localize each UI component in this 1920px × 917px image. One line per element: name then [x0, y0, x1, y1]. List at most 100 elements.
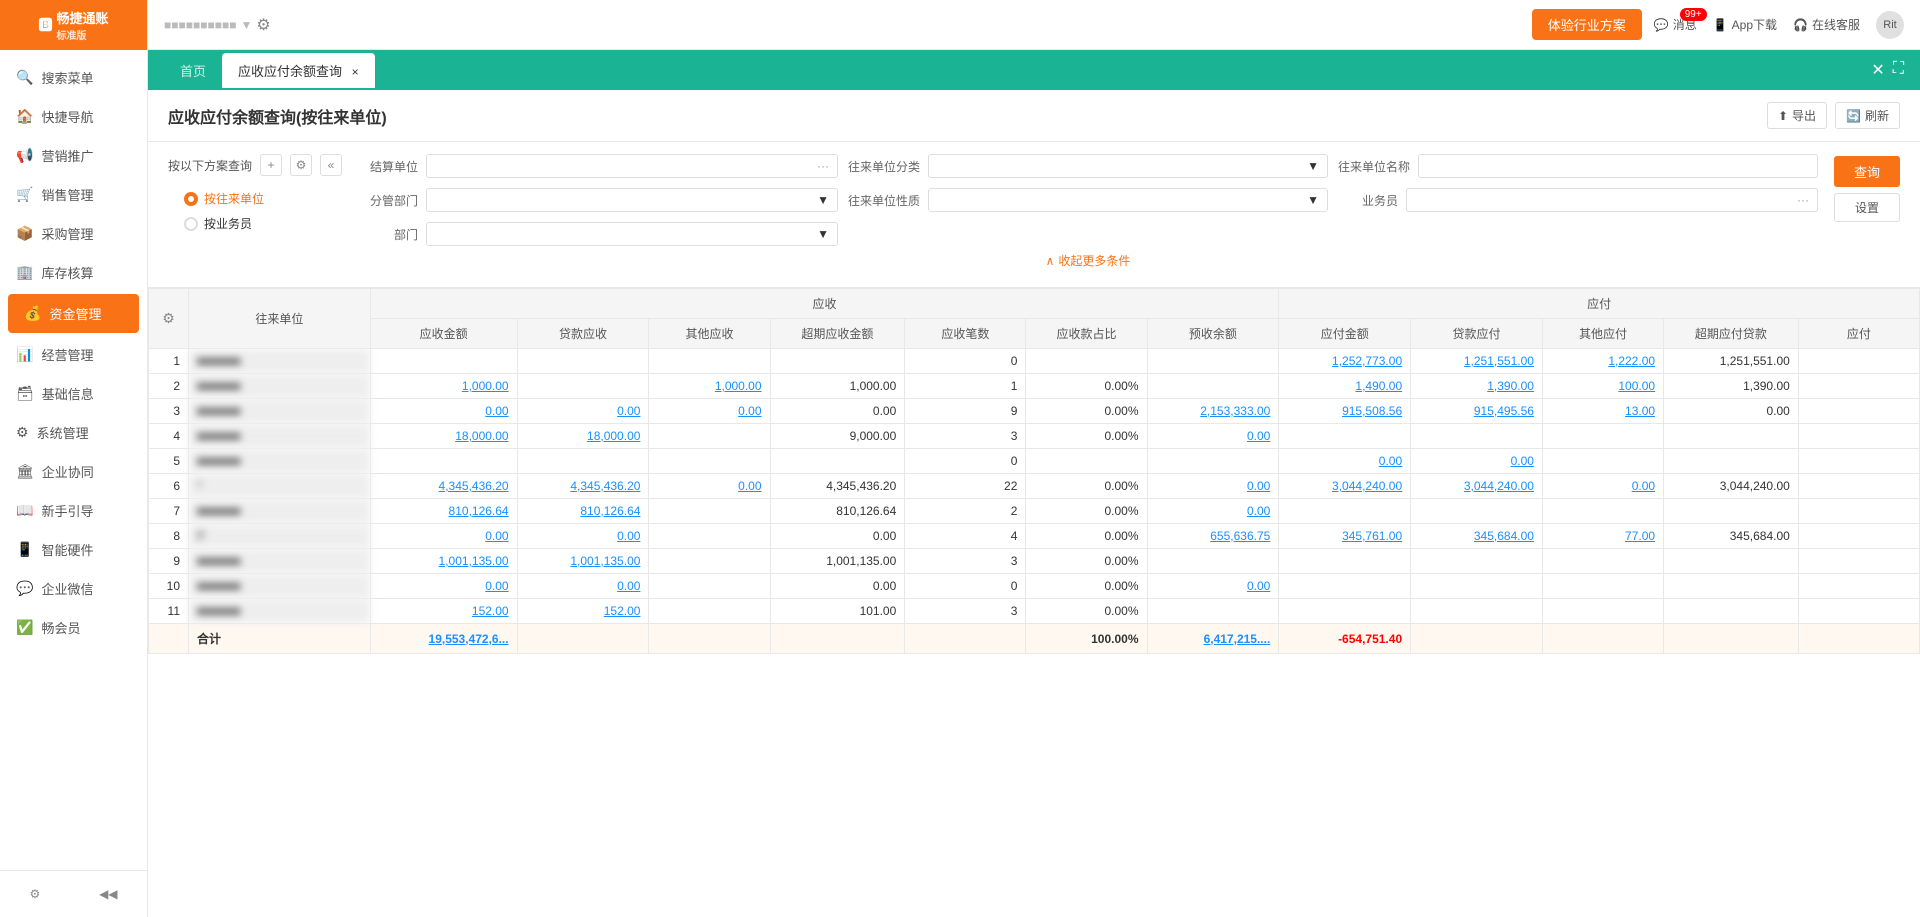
user-avatar[interactable]: Rit: [1876, 11, 1904, 39]
tab-home[interactable]: 首页: [164, 53, 222, 88]
notification-badge: 99+: [1680, 8, 1707, 21]
notification-item[interactable]: 💬 消息 99+: [1654, 16, 1697, 33]
footer-label: 合计: [189, 624, 371, 654]
th-receivable-amount: 应收金额: [370, 319, 517, 349]
sidebar-item-basic[interactable]: 🗃基础信息: [0, 374, 147, 413]
sidebar-item-marketing[interactable]: 📢营销推广: [0, 136, 147, 175]
sidebar-item-member[interactable]: ✅畅会员: [0, 608, 147, 647]
breadcrumb-dropdown[interactable]: ▼: [240, 18, 252, 32]
department-input[interactable]: ▼: [426, 222, 838, 246]
sidebar-item-quick[interactable]: 🏠快捷导航: [0, 97, 147, 136]
filter-scheme-label: 按以下方案查询 + ⚙ «: [168, 154, 342, 176]
sidebar-item-inventory[interactable]: 🏢库存核算: [0, 253, 147, 292]
filter-scheme-panel: 按以下方案查询 + ⚙ « 按往来单位 按业务员: [168, 154, 342, 236]
hardware-icon: 📱: [16, 541, 33, 558]
data-table: ⚙ 往来单位 应收 应付 应收金额 贷款应收 其他应收 超期应收金额 应收笔数 …: [148, 288, 1920, 654]
table-row: 7■■■■■■810,126.64810,126.64810,126.6420.…: [149, 499, 1920, 524]
filter-option-by-partner[interactable]: 按往来单位: [176, 186, 342, 211]
settlement-input[interactable]: ···: [426, 154, 838, 178]
logo-sub: 标准版: [56, 27, 108, 42]
page-title: 应收应付余额查询(按往来单位): [168, 104, 387, 140]
branch-input[interactable]: ▼: [426, 188, 838, 212]
filter-option-by-staff[interactable]: 按业务员: [176, 211, 342, 236]
sidebar-item-hardware[interactable]: 📱智能硬件: [0, 530, 147, 569]
tab-close-btn[interactable]: ×: [352, 65, 359, 79]
app-download-item[interactable]: 📱 App下载: [1713, 16, 1777, 33]
table-row: 8P0.000.000.0040.00%655,636.75345,761.00…: [149, 524, 1920, 549]
filter-options: 按往来单位 按业务员: [176, 186, 342, 236]
wechat-icon: 💬: [16, 580, 33, 597]
app-download-label: App下载: [1732, 16, 1777, 33]
filter-field-department: 部门 ▼: [358, 222, 838, 246]
sidebar-item-search[interactable]: 🔍搜索菜单: [0, 58, 147, 97]
footer-receivable-ratio: 100.00%: [1026, 624, 1147, 654]
table-row: 5■■■■■■00.000.00: [149, 449, 1920, 474]
query-button[interactable]: 查询: [1834, 156, 1900, 187]
sales-icon: 🛒: [16, 186, 33, 203]
system-icon: ⚙: [16, 424, 29, 441]
partner-category-label: 往来单位分类: [848, 158, 920, 175]
sidebar-item-purchase[interactable]: 📦采购管理: [0, 214, 147, 253]
sidebar-item-guide[interactable]: 📖新手引导: [0, 491, 147, 530]
table-row: 3■■■■■■0.000.000.000.0090.00%2,153,333.0…: [149, 399, 1920, 424]
member-icon: ✅: [16, 619, 33, 636]
th-settings[interactable]: ⚙: [149, 289, 189, 349]
sidebar-item-sales[interactable]: 🛒销售管理: [0, 175, 147, 214]
scheme-add-btn[interactable]: +: [260, 154, 282, 176]
page-content: 应收应付余额查询(按往来单位) ⬆ 导出 🔄 刷新 按以下方案查询: [148, 90, 1920, 917]
scheme-settings-btn[interactable]: ⚙: [290, 154, 312, 176]
table-row: 10■■■■■■0.000.000.0000.00%0.00: [149, 574, 1920, 599]
partner-category-input[interactable]: ▼: [928, 154, 1328, 178]
tabs-bar: 首页 应收应付余额查询 × ✕ ⛶: [148, 50, 1920, 90]
promo-button[interactable]: 体验行业方案: [1532, 9, 1642, 40]
footer-advance-balance[interactable]: 6,417,215....: [1147, 624, 1279, 654]
main-content: 首页 应收应付余额查询 × ✕ ⛶ 应收应付余额查询(按往来单位) ⬆ 导出 🔄…: [148, 0, 1920, 917]
sidebar-item-system[interactable]: ⚙系统管理: [0, 413, 147, 452]
table-row: 1■■■■■■01,252,773.001,251,551.001,222.00…: [149, 349, 1920, 374]
search-icon: 🔍: [16, 69, 33, 86]
table-footer: 合计 19,553,472,6... 100.00% 6,417,215....…: [149, 624, 1920, 654]
tab-receivable[interactable]: 应收应付余额查询 ×: [222, 53, 375, 88]
scheme-collapse-btn[interactable]: «: [320, 154, 342, 176]
footer-receivable-amount[interactable]: 19,553,472,6...: [370, 624, 517, 654]
settlement-label: 结算单位: [358, 158, 418, 175]
partner-name-label: 往来单位名称: [1338, 158, 1410, 175]
th-payable-group: 应付: [1279, 289, 1920, 319]
setting-button[interactable]: 设置: [1834, 193, 1900, 222]
partner-nature-input[interactable]: ▼: [928, 188, 1328, 212]
sidebar-logo: 🅱 畅捷通账 标准版: [0, 0, 147, 50]
tab-expand-btn[interactable]: ⛶: [1893, 60, 1904, 80]
filter-fields-panel: 结算单位 ··· 往来单位分类 ▼: [358, 154, 1818, 275]
partner-name: ■■■■■■: [189, 549, 371, 574]
refresh-button[interactable]: 🔄 刷新: [1835, 102, 1900, 129]
export-button[interactable]: ⬆ 导出: [1767, 102, 1827, 129]
sidebar-collapse-btn[interactable]: ◀◀: [91, 879, 125, 909]
refresh-icon: 🔄: [1846, 109, 1861, 123]
online-service-item[interactable]: 🎧 在线客服: [1793, 16, 1860, 33]
sidebar-item-finance[interactable]: 💰资金管理: [8, 294, 139, 333]
salesperson-input[interactable]: ···: [1406, 188, 1818, 212]
radio-by-partner: [184, 192, 198, 206]
radio-by-staff: [184, 217, 198, 231]
sidebar: 🅱 畅捷通账 标准版 🔍搜索菜单 🏠快捷导航 📢营销推广 🛒销售管理 📦采购管理…: [0, 0, 148, 917]
table-row: 4■■■■■■18,000.0018,000.009,000.0030.00%0…: [149, 424, 1920, 449]
filter-field-partner-name: 往来单位名称: [1338, 154, 1818, 178]
page-header-actions: ⬆ 导出 🔄 刷新: [1767, 102, 1900, 141]
partner-name-input[interactable]: [1418, 154, 1818, 178]
partner-name: ■■■■■■: [189, 374, 371, 399]
header-gear-icon[interactable]: ⚙: [256, 15, 270, 35]
sidebar-bottom: ⚙ ◀◀: [0, 870, 147, 917]
logo-text: 畅捷通账: [56, 8, 108, 27]
marketing-icon: 📢: [16, 147, 33, 164]
sidebar-item-operation[interactable]: 📊经营管理: [0, 335, 147, 374]
th-overdue-payable: 超期应付贷款: [1664, 319, 1799, 349]
sidebar-settings-btn[interactable]: ⚙: [21, 879, 48, 909]
sidebar-item-wechat[interactable]: 💬企业微信: [0, 569, 147, 608]
filter-collapse-btn[interactable]: ∧ 收起更多条件: [358, 246, 1818, 275]
tab-close-all-btn[interactable]: ✕: [1871, 60, 1884, 80]
sidebar-item-enterprise[interactable]: 🏛企业协同: [0, 452, 147, 491]
header-right: 💬 消息 99+ 📱 App下载 🎧 在线客服 Rit: [1654, 11, 1904, 39]
basic-icon: 🗃: [16, 385, 34, 402]
app-icon: 📱: [1713, 18, 1728, 32]
filter-field-branch: 分管部门 ▼: [358, 188, 838, 212]
